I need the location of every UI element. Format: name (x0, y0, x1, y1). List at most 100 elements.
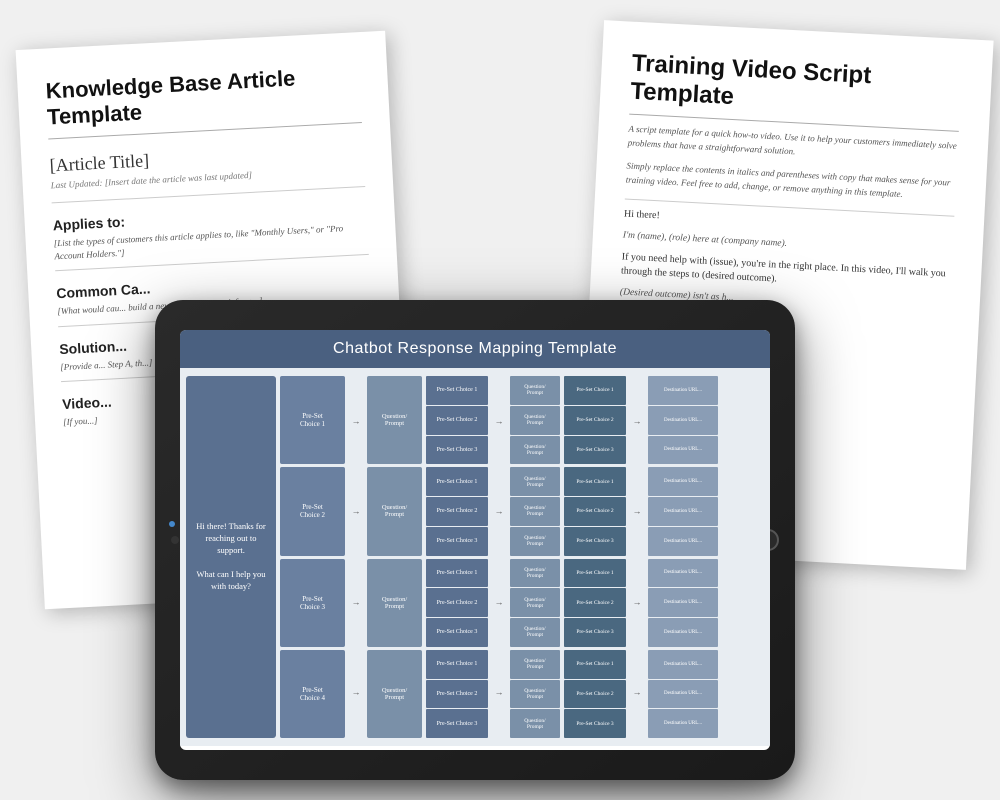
dest-2-2: Destination URL... (648, 497, 718, 526)
col-questions-1: Question/Prompt Question/Prompt Question… (367, 376, 422, 738)
chatbot-header: Chatbot Response Mapping Template (180, 330, 770, 368)
col-choices: Pre-SetChoice 1 Pre-SetChoice 2 Pre-SetC… (280, 376, 345, 738)
kb-divider (52, 186, 366, 203)
ps-1-1: Pre-Set Choice 1 (426, 376, 488, 405)
dest-1-1: Destination URL... (648, 376, 718, 405)
kb-title: Knowledge Base Article Template (45, 62, 362, 139)
arrow-4: → (352, 688, 361, 697)
preset-group-2: Pre-Set Choice 1 Pre-Set Choice 2 Pre-Se… (426, 467, 488, 555)
chatbot-greeting: Hi there! Thanks for reaching out to sup… (186, 376, 276, 738)
ipad: Chatbot Response Mapping Template Hi the… (155, 300, 795, 780)
q2-1-2: Question/Prompt (510, 406, 560, 435)
preset-group-3: Pre-Set Choice 1 Pre-Set Choice 2 Pre-Se… (426, 559, 488, 647)
choice-2: Pre-SetChoice 2 (280, 467, 345, 555)
q2-4-1: Question/Prompt (510, 650, 560, 679)
ps-4-3: Pre-Set Choice 3 (426, 709, 488, 738)
ipad-indicator (169, 521, 175, 527)
q2-2-1: Question/Prompt (510, 467, 560, 496)
col-destinations: Destination URL... Destination URL... De… (648, 376, 718, 738)
tv-desc2: Simply replace the contents in italics a… (625, 160, 956, 204)
ps2-4-3: Pre-Set Choice 3 (564, 709, 626, 738)
col-preset-groups-1: Pre-Set Choice 1 Pre-Set Choice 2 Pre-Se… (426, 376, 488, 738)
arrow-3-4: → (633, 688, 642, 697)
scene: Knowledge Base Article Template [Article… (0, 0, 1000, 800)
dest-group-1: Destination URL... Destination URL... De… (648, 376, 718, 464)
ps-3-3: Pre-Set Choice 3 (426, 618, 488, 647)
dest-4-2: Destination URL... (648, 680, 718, 709)
choice-4: Pre-SetChoice 4 (280, 650, 345, 738)
q2-2-3: Question/Prompt (510, 527, 560, 556)
ps2-1-1: Pre-Set Choice 1 (564, 376, 626, 405)
chatbot-body: Hi there! Thanks for reaching out to sup… (180, 368, 770, 746)
arrow-2: → (352, 507, 361, 516)
ps-2-2: Pre-Set Choice 2 (426, 497, 488, 526)
dest-4-1: Destination URL... (648, 650, 718, 679)
ps-3-2: Pre-Set Choice 2 (426, 588, 488, 617)
q-1: Question/Prompt (367, 376, 422, 464)
arrow-3-3: → (633, 598, 642, 607)
q2-group-1: Question/Prompt Question/Prompt Question… (510, 376, 560, 464)
q-4: Question/Prompt (367, 650, 422, 738)
ps2-2-3: Pre-Set Choice 3 (564, 527, 626, 556)
arrow-3: → (352, 598, 361, 607)
ps-2-3: Pre-Set Choice 3 (426, 527, 488, 556)
ipad-camera (171, 536, 179, 544)
preset2-group-4: Pre-Set Choice 1 Pre-Set Choice 2 Pre-Se… (564, 650, 626, 738)
ipad-screen: Chatbot Response Mapping Template Hi the… (180, 330, 770, 750)
q2-1-3: Question/Prompt (510, 436, 560, 465)
q2-3-1: Question/Prompt (510, 559, 560, 588)
ps2-3-1: Pre-Set Choice 1 (564, 559, 626, 588)
ps2-1-2: Pre-Set Choice 2 (564, 406, 626, 435)
ps2-1-3: Pre-Set Choice 3 (564, 436, 626, 465)
preset2-group-1: Pre-Set Choice 1 Pre-Set Choice 2 Pre-Se… (564, 376, 626, 464)
q2-2-2: Question/Prompt (510, 497, 560, 526)
arrow-2-2: → (495, 507, 504, 516)
arrow-2-3: → (495, 598, 504, 607)
q2-4-2: Question/Prompt (510, 680, 560, 709)
q2-4-3: Question/Prompt (510, 709, 560, 738)
ps-2-1: Pre-Set Choice 1 (426, 467, 488, 496)
arrow-2-4: → (495, 688, 504, 697)
arrow-3-2: → (633, 507, 642, 516)
greeting-text: Hi there! Thanks for reaching out to sup… (192, 521, 270, 592)
ps-4-2: Pre-Set Choice 2 (426, 680, 488, 709)
dest-2-1: Destination URL... (648, 467, 718, 496)
preset2-group-2: Pre-Set Choice 1 Pre-Set Choice 2 Pre-Se… (564, 467, 626, 555)
ps2-4-2: Pre-Set Choice 2 (564, 680, 626, 709)
arrows-1: → → → → (349, 376, 363, 738)
ps2-2-1: Pre-Set Choice 1 (564, 467, 626, 496)
arrow-2-1: → (495, 417, 504, 426)
dest-group-3: Destination URL... Destination URL... De… (648, 559, 718, 647)
choice-3: Pre-SetChoice 3 (280, 559, 345, 647)
arrows-3: → → → → (630, 376, 644, 738)
ps2-2-2: Pre-Set Choice 2 (564, 497, 626, 526)
dest-group-4: Destination URL... Destination URL... De… (648, 650, 718, 738)
ps-1-3: Pre-Set Choice 3 (426, 436, 488, 465)
dest-group-2: Destination URL... Destination URL... De… (648, 467, 718, 555)
arrows-2: → → → → (492, 376, 506, 738)
arrow-3-1: → (633, 417, 642, 426)
dest-2-3: Destination URL... (648, 527, 718, 556)
q2-group-3: Question/Prompt Question/Prompt Question… (510, 559, 560, 647)
ps2-3-3: Pre-Set Choice 3 (564, 618, 626, 647)
ps2-3-2: Pre-Set Choice 2 (564, 588, 626, 617)
col-preset-groups-2: Pre-Set Choice 1 Pre-Set Choice 2 Pre-Se… (564, 376, 626, 738)
preset-group-4: Pre-Set Choice 1 Pre-Set Choice 2 Pre-Se… (426, 650, 488, 738)
arrow-1: → (352, 417, 361, 426)
q-2: Question/Prompt (367, 467, 422, 555)
dest-3-1: Destination URL... (648, 559, 718, 588)
dest-3-2: Destination URL... (648, 588, 718, 617)
q2-1-1: Question/Prompt (510, 376, 560, 405)
q2-group-2: Question/Prompt Question/Prompt Question… (510, 467, 560, 555)
dest-1-3: Destination URL... (648, 436, 718, 465)
preset-group-1: Pre-Set Choice 1 Pre-Set Choice 2 Pre-Se… (426, 376, 488, 464)
q2-3-2: Question/Prompt (510, 588, 560, 617)
ps-1-2: Pre-Set Choice 2 (426, 406, 488, 435)
dest-3-3: Destination URL... (648, 618, 718, 647)
choice-1: Pre-SetChoice 1 (280, 376, 345, 464)
q2-group-4: Question/Prompt Question/Prompt Question… (510, 650, 560, 738)
dest-1-2: Destination URL... (648, 406, 718, 435)
q2-3-3: Question/Prompt (510, 618, 560, 647)
chatbot-grid: Hi there! Thanks for reaching out to sup… (186, 376, 764, 738)
ps-4-1: Pre-Set Choice 1 (426, 650, 488, 679)
